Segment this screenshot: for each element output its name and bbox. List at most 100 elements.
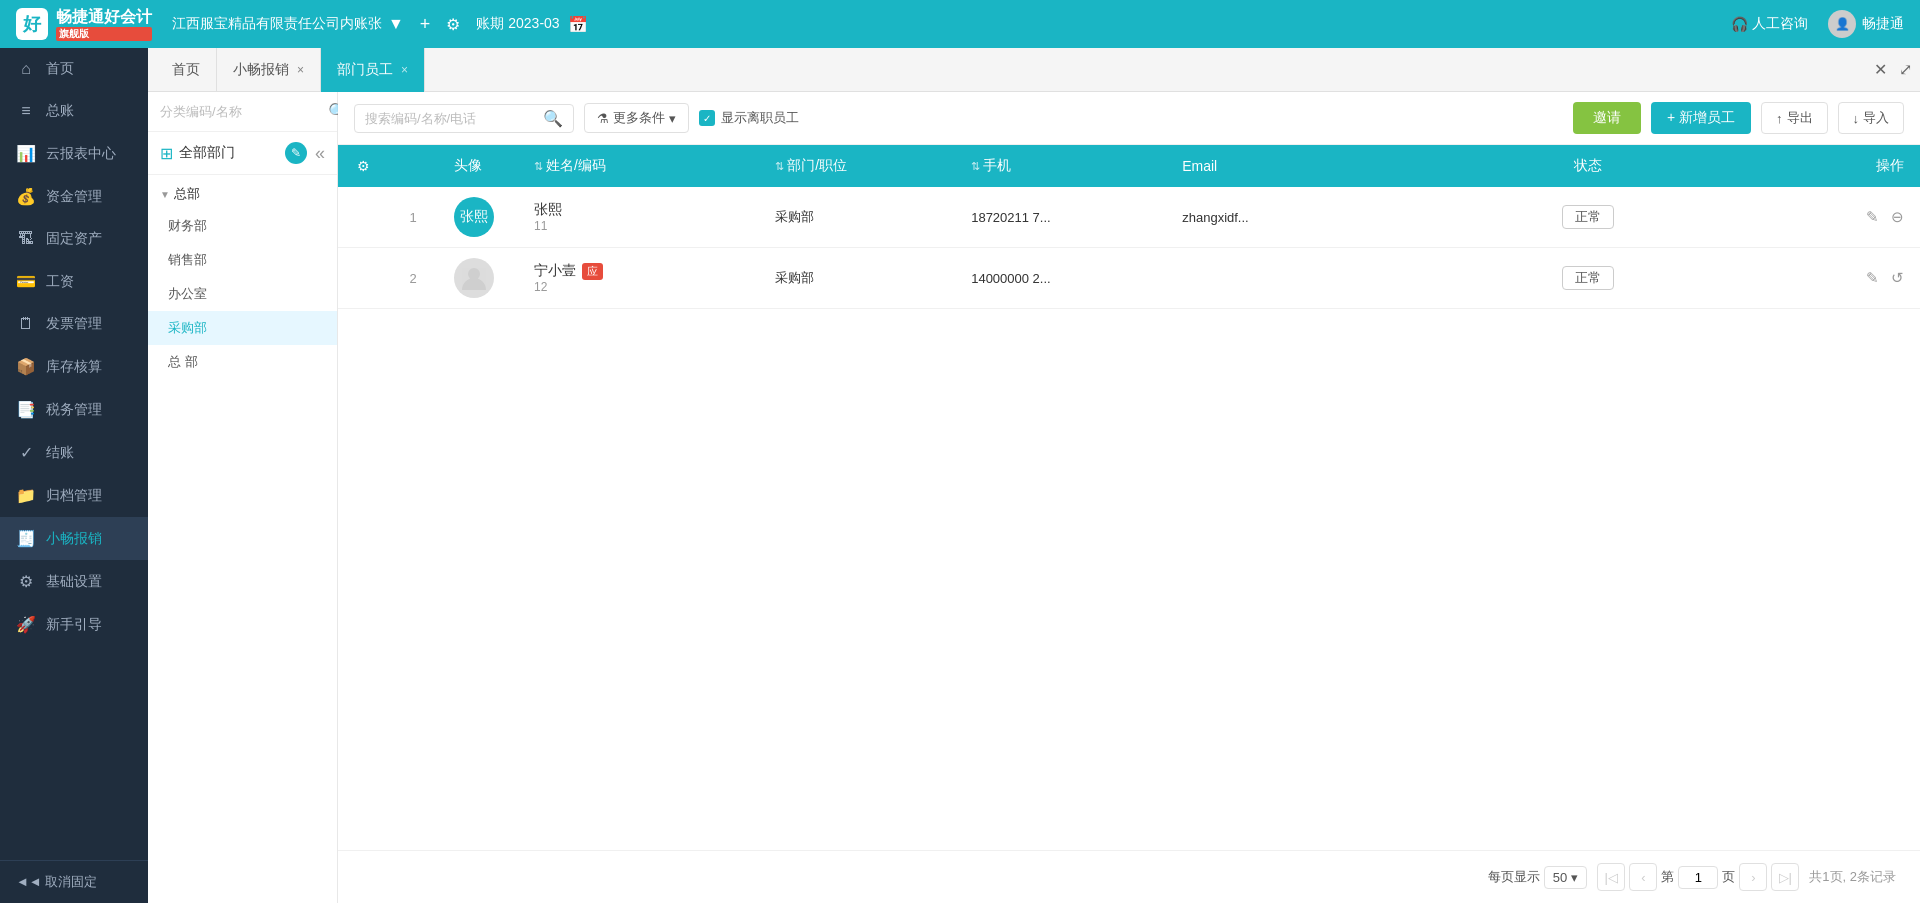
th-name[interactable]: ⇅ 姓名/编码 [518, 145, 759, 187]
table-settings-icon[interactable]: ⚙ [357, 158, 370, 174]
tab-dept-employee[interactable]: 部门员工 × [321, 48, 425, 92]
sidebar-item-expense[interactable]: 🧾 小畅报销 [0, 517, 148, 560]
row2-edit-icon[interactable]: ✎ [1866, 269, 1879, 287]
import-button[interactable]: ↓ 导入 [1838, 102, 1905, 134]
sidebar-label-salary: 工资 [46, 273, 74, 291]
dept-grid-icon: ⊞ [160, 144, 173, 163]
home-icon: ⌂ [16, 60, 36, 78]
prev-page-button[interactable]: ‹ [1629, 863, 1657, 891]
page-number-input[interactable] [1678, 866, 1718, 889]
sidebar-item-archive[interactable]: 📁 归档管理 [0, 474, 148, 517]
dept-collapse-icon[interactable]: « [315, 143, 325, 164]
dept-item-general[interactable]: 总 部 [148, 345, 337, 379]
add-button[interactable]: + [420, 14, 431, 35]
sidebar-label-expense: 小畅报销 [46, 530, 102, 548]
add-employee-button[interactable]: + 新增员工 [1651, 102, 1751, 134]
th-dept[interactable]: ⇅ 部门/职位 [759, 145, 955, 187]
dept-add-icon[interactable]: ✎ [285, 142, 307, 164]
sidebar-label-settings: 基础设置 [46, 573, 102, 591]
all-dept-label: 全部部门 [179, 144, 235, 162]
th-settings[interactable]: ⚙ [338, 145, 388, 187]
row1-avatar-text: 张熙 [460, 208, 488, 226]
sidebar-item-ledger[interactable]: ≡ 总账 [0, 90, 148, 132]
row1-code: 11 [534, 219, 743, 233]
sidebar-item-assets[interactable]: 🏗 固定资产 [0, 218, 148, 260]
dept-group-label: 总部 [174, 185, 200, 203]
user-menu[interactable]: 👤 畅捷通 [1828, 10, 1904, 38]
close-dept-tab[interactable]: × [401, 63, 408, 77]
unpin-button[interactable]: ◄◄ 取消固定 [0, 860, 148, 903]
dept-item-purchasing[interactable]: 采购部 [148, 311, 337, 345]
sidebar-label-funds: 资金管理 [46, 188, 102, 206]
tab-home[interactable]: 首页 [156, 48, 217, 92]
page-size-label: 每页显示 [1488, 868, 1540, 886]
sidebar-item-reports[interactable]: 📊 云报表中心 [0, 132, 148, 175]
filter-button[interactable]: ⚗ 更多条件 ▾ [584, 103, 689, 133]
sidebar-item-settings[interactable]: ⚙ 基础设置 [0, 560, 148, 603]
page-size-dropdown[interactable]: 50 ▾ [1544, 866, 1587, 889]
show-resigned-toggle[interactable]: ✓ 显示离职员工 [699, 109, 799, 127]
row2-code: 12 [534, 280, 743, 294]
next-page-button[interactable]: › [1739, 863, 1767, 891]
dept-sales-label: 销售部 [168, 251, 207, 269]
dept-search-container: 🔍 [148, 92, 337, 132]
sidebar-item-closing[interactable]: ✓ 结账 [0, 431, 148, 474]
dept-item-office[interactable]: 办公室 [148, 277, 337, 311]
settings-icon[interactable]: ⚙ [446, 15, 460, 34]
sidebar-item-invoice[interactable]: 🗒 发票管理 [0, 303, 148, 345]
top-header: 好 畅捷通好会计 旗舰版 江西服宝精品有限责任公司内账张 ▼ + ⚙ 账期 20… [0, 0, 1920, 48]
invite-button[interactable]: 邀请 [1573, 102, 1641, 134]
page-size-select: 每页显示 50 ▾ [1488, 866, 1587, 889]
service-button[interactable]: 🎧 人工咨询 [1731, 15, 1808, 33]
sidebar-item-salary[interactable]: 💳 工资 [0, 260, 148, 303]
export-button[interactable]: ↑ 导出 [1761, 102, 1828, 134]
sidebar-label-archive: 归档管理 [46, 487, 102, 505]
company-name: 江西服宝精品有限责任公司内账张 [172, 15, 382, 33]
row2-refresh-icon[interactable]: ↺ [1891, 269, 1904, 287]
table-header: ⚙ 头像 ⇅ 姓名/编码 [338, 145, 1920, 187]
close-window-btn[interactable]: ✕ [1874, 60, 1887, 79]
page-content: 🔍 ⊞ 全部部门 ✎ « ▼ 总部 财务部 [148, 92, 1920, 903]
close-expense-tab[interactable]: × [297, 63, 304, 77]
th-email: Email [1166, 145, 1437, 187]
sidebar-item-home[interactable]: ⌂ 首页 [0, 48, 148, 90]
employee-table: ⚙ 头像 ⇅ 姓名/编码 [338, 145, 1920, 850]
dept-item-sales[interactable]: 销售部 [148, 243, 337, 277]
row2-email-cell [1166, 248, 1437, 309]
guide-icon: 🚀 [16, 615, 36, 634]
row1-edit-icon[interactable]: ✎ [1866, 208, 1879, 226]
employee-search-box: 🔍 [354, 104, 574, 133]
all-dept-header[interactable]: ⊞ 全部部门 ✎ « [148, 132, 337, 175]
sidebar-item-guide[interactable]: 🚀 新手引导 [0, 603, 148, 646]
show-resigned-checkbox[interactable]: ✓ [699, 110, 715, 126]
maximize-window-btn[interactable]: ⤢ [1899, 60, 1912, 79]
tab-expense[interactable]: 小畅报销 × [217, 48, 321, 92]
dept-search-input[interactable] [160, 104, 328, 119]
dept-item-finance[interactable]: 财务部 [148, 209, 337, 243]
sidebar-label-invoice: 发票管理 [46, 315, 102, 333]
company-dropdown-icon[interactable]: ▼ [388, 15, 404, 33]
row2-status: 正常 [1562, 266, 1614, 290]
first-page-button[interactable]: |◁ [1597, 863, 1625, 891]
last-page-button[interactable]: ▷| [1771, 863, 1799, 891]
row1-logout-icon[interactable]: ⊖ [1891, 208, 1904, 226]
inventory-icon: 📦 [16, 357, 36, 376]
content-area: 首页 小畅报销 × 部门员工 × ✕ ⤢ 🔍 [148, 48, 1920, 903]
sidebar-item-inventory[interactable]: 📦 库存核算 [0, 345, 148, 388]
main-layout: ⌂ 首页 ≡ 总账 📊 云报表中心 💰 资金管理 🏗 固定资产 💳 工资 🗒 发… [0, 48, 1920, 903]
row1-name-cell: 张熙 11 [518, 187, 759, 248]
employee-search-input[interactable] [365, 111, 537, 126]
dept-group-headquarters[interactable]: ▼ 总部 [148, 179, 337, 209]
dept-purchasing-label: 采购部 [168, 319, 207, 337]
period-label: 账期 2023-03 [476, 15, 559, 33]
row2-check [338, 248, 388, 309]
headset-icon: 🎧 [1731, 16, 1748, 32]
expense-icon: 🧾 [16, 529, 36, 548]
sidebar-item-tax[interactable]: 📑 税务管理 [0, 388, 148, 431]
sidebar-item-funds[interactable]: 💰 资金管理 [0, 175, 148, 218]
row1-name: 张熙 [534, 201, 743, 219]
th-phone[interactable]: ⇅ 手机 [955, 145, 1166, 187]
calendar-icon[interactable]: 📅 [568, 15, 588, 34]
employee-search-icon[interactable]: 🔍 [543, 109, 563, 128]
row1-dept-cell: 采购部 [759, 187, 955, 248]
